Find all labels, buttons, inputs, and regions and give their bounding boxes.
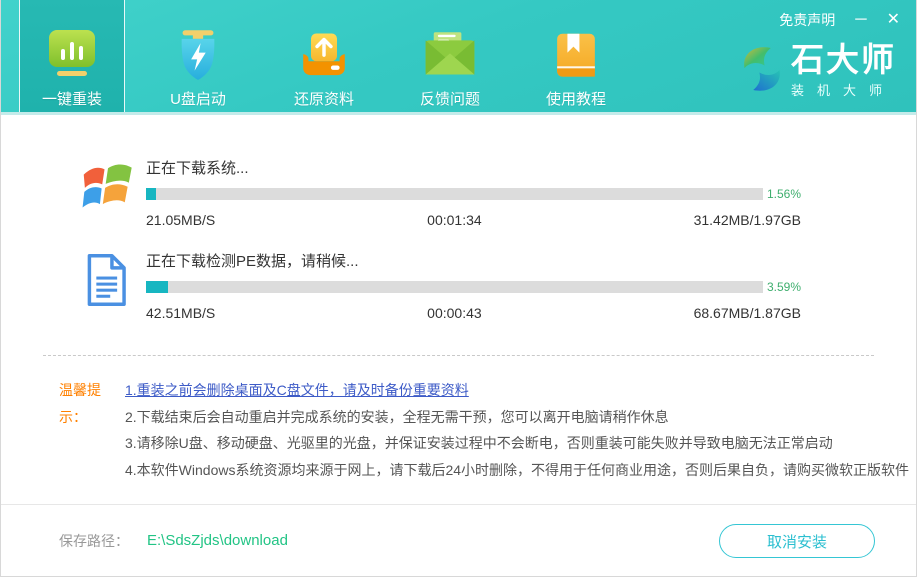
document-icon — [79, 250, 146, 321]
brand-swirl-icon — [741, 42, 783, 101]
progress-bar-pe — [146, 281, 763, 293]
tab-label: 一键重装 — [42, 88, 102, 109]
window-controls: 免责声明 ─ ✕ — [779, 10, 900, 30]
progress-fill — [146, 188, 156, 200]
tab-tutorial[interactable]: 使用教程 — [523, 0, 629, 112]
tab-restore-data[interactable]: 还原资料 — [271, 0, 377, 112]
chart-icon — [49, 30, 95, 82]
tab-feedback[interactable]: 反馈问题 — [397, 0, 503, 112]
download-speed: 42.51MB/S — [146, 305, 215, 321]
footer: 保存路径： E:\SdsZjds\download 取消安装 — [1, 504, 916, 576]
download-speed: 21.05MB/S — [146, 212, 215, 228]
tab-one-key-reinstall[interactable]: 一键重装 — [19, 0, 125, 112]
dashed-divider — [43, 355, 874, 356]
save-path-label: 保存路径： — [59, 531, 129, 551]
download-title: 正在下载系统... — [146, 157, 801, 178]
tips-section: 温馨提示： 1.重装之前会删除桌面及C盘文件，请及时备份重要资料 2.下载结束后… — [1, 377, 916, 483]
tip-item: 3.请移除U盘、移动硬盘、光驱里的光盘，并保证安装过程中不会断电，否则重装可能失… — [125, 430, 909, 457]
tab-usb-boot[interactable]: U盘启动 — [145, 0, 251, 112]
tip-item: 4.本软件Windows系统资源均来源于网上，请下载后24小时删除，不得用于任何… — [125, 457, 909, 484]
brand-logo: 石大师 装机大师 — [741, 42, 896, 101]
download-time-remaining: 00:01:34 — [427, 212, 482, 228]
progress-fill — [146, 281, 168, 293]
download-time-remaining: 00:00:43 — [427, 305, 482, 321]
tab-label: 反馈问题 — [420, 88, 480, 109]
usb-shield-icon — [174, 30, 222, 82]
tip-item: 2.下载结束后会自动重启并完成系统的安装，全程无需干预，您可以离开电脑请稍作休息 — [125, 404, 909, 431]
tip-item: 1.重装之前会删除桌面及C盘文件，请及时备份重要资料 — [125, 377, 909, 404]
tab-label: 还原资料 — [294, 88, 354, 109]
progress-percent: 1.56% — [767, 187, 801, 201]
minimize-button[interactable]: ─ — [855, 12, 866, 28]
save-path-value: E:\SdsZjds\download — [147, 532, 288, 549]
close-button[interactable]: ✕ — [887, 12, 900, 28]
progress-bar-system — [146, 188, 763, 200]
progress-percent: 3.59% — [767, 280, 801, 294]
download-row-pe: 正在下载检测PE数据，请稍候... 3.59% 42.51MB/S 00:00:… — [1, 250, 916, 321]
restore-tray-icon — [298, 30, 350, 82]
download-size: 68.67MB/1.87GB — [694, 305, 801, 321]
tutorial-book-icon — [552, 30, 600, 82]
brand-name: 石大师 — [791, 42, 896, 78]
brand-subtitle: 装机大师 — [791, 80, 896, 99]
main-content: 正在下载系统... 1.56% 21.05MB/S 00:01:34 31.42… — [1, 115, 916, 483]
windows-logo — [79, 157, 146, 228]
cancel-install-button[interactable]: 取消安装 — [719, 524, 875, 558]
header: 一键重装 U盘启动 — [1, 0, 916, 115]
tab-label: 使用教程 — [546, 88, 606, 109]
tips-label: 温馨提示： — [59, 377, 125, 483]
app-window: 一键重装 U盘启动 — [0, 0, 917, 577]
feedback-envelope-icon — [424, 30, 476, 82]
tips-list: 1.重装之前会删除桌面及C盘文件，请及时备份重要资料 2.下载结束后会自动重启并… — [125, 377, 909, 483]
download-title: 正在下载检测PE数据，请稍候... — [146, 250, 801, 271]
download-row-system: 正在下载系统... 1.56% 21.05MB/S 00:01:34 31.42… — [1, 157, 916, 228]
tab-label: U盘启动 — [170, 88, 226, 109]
download-size: 31.42MB/1.97GB — [694, 212, 801, 228]
disclaimer-link[interactable]: 免责声明 — [779, 10, 835, 30]
